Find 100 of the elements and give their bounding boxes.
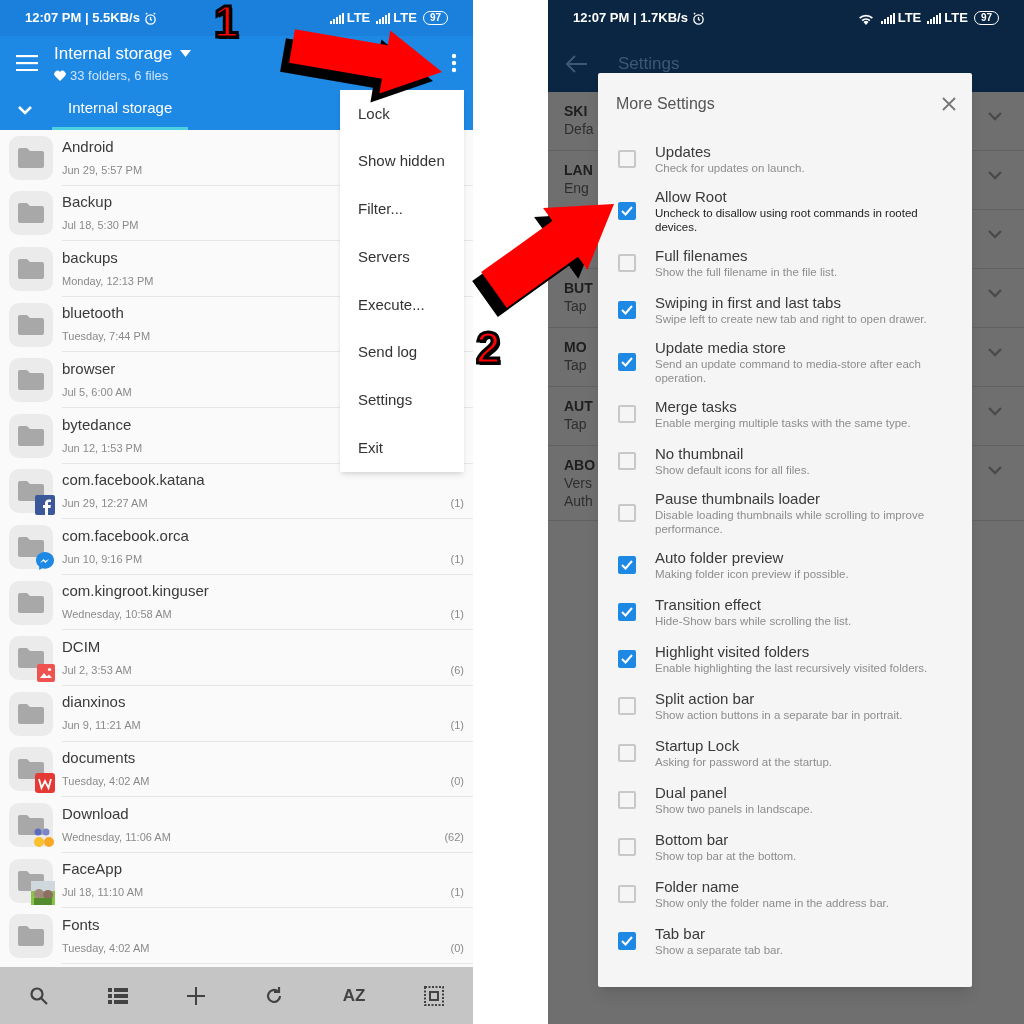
signal-icon — [376, 12, 391, 24]
folder-date: Tuesday, 4:02 AM — [62, 774, 150, 790]
step-number: 1 — [214, 0, 239, 44]
checkbox[interactable] — [617, 451, 636, 470]
option-title: Allow Root — [655, 187, 728, 206]
folder-row[interactable]: documents Tuesday, 4:02 AM (0) — [0, 741, 473, 798]
option-description: Show action buttons in a separate bar in portrait. — [655, 708, 904, 722]
sort-button[interactable]: AZ — [342, 982, 366, 1009]
setting-summary: Vers — [564, 474, 593, 492]
item-count: (1) — [450, 551, 464, 567]
path-tab[interactable]: Internal storage — [52, 90, 189, 130]
signal-icon — [329, 12, 344, 24]
setting-summary: Eng — [564, 179, 590, 197]
menu-item[interactable]: Servers — [340, 233, 464, 281]
option-description: Send an update command to media-store after each operation. — [655, 357, 922, 385]
item-count: (62) — [444, 829, 464, 845]
item-count: (1) — [450, 496, 464, 512]
option-description: Disable loading thumbnails while scrolling to improve performance. — [655, 508, 926, 536]
folder-row[interactable]: dianxinos Jun 9, 11:21 AM (1) — [0, 685, 473, 742]
setting-summary: Tap — [564, 297, 588, 315]
folder-date: Jul 18, 5:30 PM — [62, 218, 139, 234]
option-description: Show default icons for all files. — [655, 463, 811, 477]
menu-item[interactable]: Send log — [340, 328, 464, 377]
checkbox[interactable] — [617, 352, 636, 371]
menu-item[interactable]: Settings — [340, 376, 464, 425]
setting-summary: Tap — [564, 356, 587, 374]
checkbox[interactable] — [617, 696, 636, 715]
close-icon[interactable] — [942, 97, 956, 111]
setting-summary: Tap — [564, 415, 588, 433]
option-description: Show two panels in landscape. — [655, 802, 814, 816]
chevron-down-icon[interactable] — [988, 348, 1002, 357]
item-count: (6) — [450, 662, 464, 678]
alarm-icon — [143, 11, 157, 25]
checkbox[interactable] — [617, 649, 636, 668]
option-description: Enable highlighting the last recursively visited folders. — [655, 661, 929, 675]
option-description: Show only the folder name in the address bar. — [655, 896, 890, 910]
folder-date: Tuesday, 4:02 AM — [62, 940, 150, 956]
folder-date: Wednesday, 10:58 AM — [62, 607, 172, 623]
folder-date: Jul 18, 11:10 AM — [62, 885, 144, 901]
folder-row[interactable]: Download Wednesday, 11:06 AM (62) — [0, 797, 473, 853]
signal-icon — [927, 12, 942, 24]
checkbox[interactable] — [617, 743, 636, 762]
folder-icon — [18, 759, 44, 780]
checkbox[interactable] — [617, 931, 636, 950]
alarm-icon — [691, 11, 705, 25]
more-options-icon[interactable] — [451, 53, 457, 73]
folder-row[interactable]: Fonts Tuesday, 4:02 AM (0) — [0, 908, 473, 964]
item-count: (1) — [450, 885, 464, 901]
menu-item[interactable]: Filter... — [340, 185, 464, 234]
menu-item[interactable]: Execute... — [340, 281, 464, 329]
option-title: Swiping in first and last tabs — [655, 293, 842, 312]
folder-row[interactable]: FaceApp Jul 18, 11:10 AM (1) — [0, 852, 473, 909]
checkbox[interactable] — [617, 837, 636, 856]
checkbox[interactable] — [617, 602, 636, 621]
toolbar-title[interactable]: Internal storage — [54, 40, 173, 66]
checkbox[interactable] — [617, 404, 636, 423]
folder-row[interactable]: com.kingroot.kinguser Wednesday, 10:58 AM (1) — [0, 574, 473, 631]
option-title: Startup Lock — [655, 736, 741, 755]
chevron-down-icon[interactable] — [988, 171, 1002, 180]
step-number: 2 — [476, 326, 501, 370]
folder-name: dianxinos — [62, 692, 126, 713]
chevron-down-icon[interactable] — [988, 112, 1002, 121]
menu-item[interactable]: Show hidden — [340, 137, 464, 186]
menu-item[interactable]: Lock — [340, 90, 464, 138]
menu-item[interactable]: Exit — [340, 424, 464, 472]
folder-name: DCIM — [62, 636, 101, 657]
item-count: (0) — [450, 940, 464, 956]
back-arrow-icon[interactable] — [566, 55, 588, 73]
folder-date: Wednesday, 11:06 AM — [62, 829, 171, 845]
network-type: LTE — [346, 9, 371, 28]
folder-row[interactable]: com.facebook.orca Jun 10, 9:16 PM (1) — [0, 519, 473, 575]
checkbox[interactable] — [617, 790, 636, 809]
folder-icon — [18, 536, 44, 557]
folder-icon — [18, 314, 44, 335]
status-time: 12:07 PM | 1.7KB/s — [573, 9, 688, 28]
folder-icon — [18, 481, 44, 502]
checkbox[interactable] — [617, 555, 636, 574]
checkbox[interactable] — [617, 884, 636, 903]
option-title: Split action bar — [655, 689, 756, 708]
chevron-down-icon[interactable] — [988, 407, 1002, 416]
dropdown-icon[interactable] — [180, 49, 192, 57]
select-all-button[interactable] — [423, 985, 444, 1006]
checkbox[interactable] — [617, 253, 636, 272]
chevron-down-icon[interactable] — [988, 289, 1002, 298]
option-description: Swipe left to create new tab and right to open drawer. — [655, 312, 928, 326]
checkbox[interactable] — [617, 149, 636, 168]
checkbox[interactable] — [617, 201, 636, 220]
folder-row[interactable]: DCIM Jul 2, 3:53 AM (6) — [0, 630, 473, 686]
folder-name: com.facebook.orca — [62, 525, 189, 546]
checkbox[interactable] — [617, 503, 636, 522]
heart-icon — [54, 70, 66, 82]
chevron-down-icon[interactable] — [988, 466, 1002, 475]
add-button[interactable] — [185, 985, 206, 1006]
list-view-button[interactable] — [107, 987, 128, 1004]
menu-icon[interactable] — [16, 55, 38, 71]
setting-title: AUT — [564, 397, 593, 415]
checkbox[interactable] — [617, 300, 636, 319]
folder-date: Jun 29, 5:57 PM — [62, 162, 143, 178]
search-button[interactable] — [29, 985, 50, 1006]
chevron-down-icon[interactable] — [988, 230, 1002, 239]
